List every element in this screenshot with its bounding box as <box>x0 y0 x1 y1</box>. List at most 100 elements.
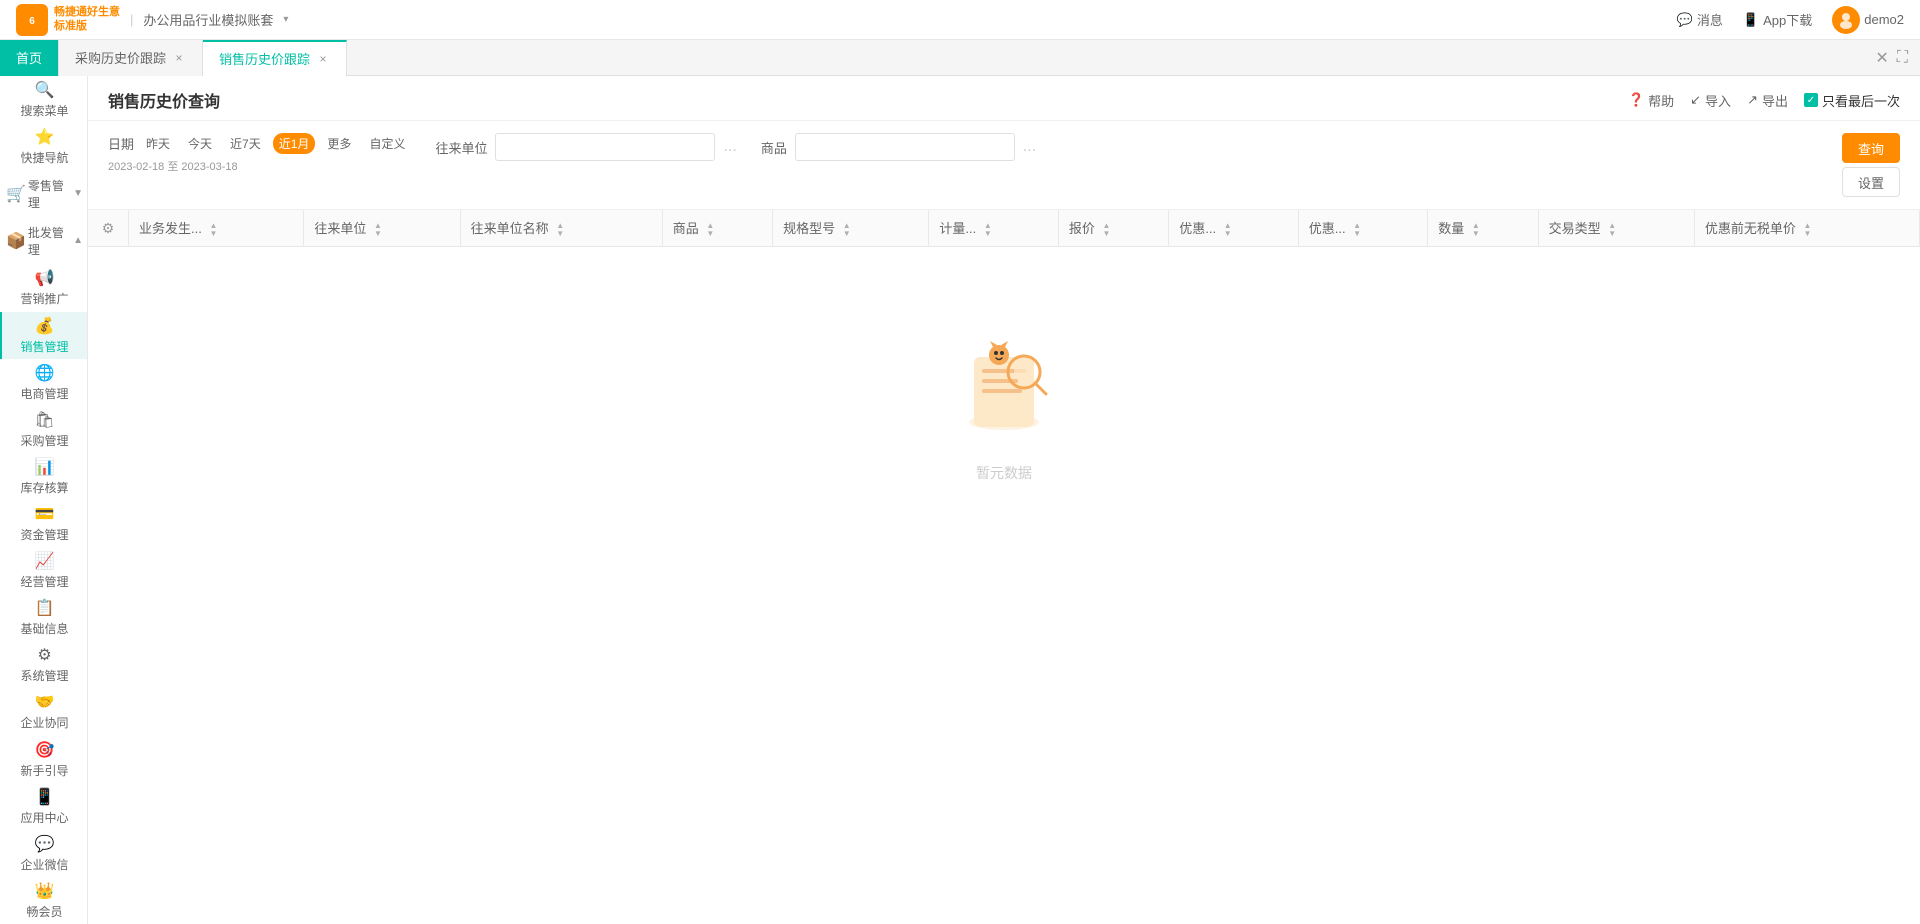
table-col-spec[interactable]: 规格型号 ▲▼ <box>773 210 929 247</box>
sidebar-item-sales-mgmt[interactable]: 💰 销售管理 <box>0 312 87 359</box>
import-icon: ↙ <box>1690 92 1701 108</box>
only-last-checkbox[interactable]: ✓ 只看最后一次 <box>1804 91 1900 110</box>
sort-unit-icon: ▲▼ <box>984 222 992 238</box>
table-header-row: ⚙ 业务发生... ▲▼ 往来单位 ▲▼ 往来单位名称 ▲▼ <box>88 210 1920 247</box>
sidebar-item-operations[interactable]: 📈 经营管理 <box>0 547 87 594</box>
sidebar-item-basic-info-label: 基础信息 <box>20 620 68 637</box>
table-col-quote-price[interactable]: 报价 ▲▼ <box>1058 210 1168 247</box>
message-button[interactable]: 💬 消息 <box>1677 10 1723 29</box>
sidebar-item-app-center[interactable]: 📱 应用中心 <box>0 783 87 830</box>
maximize-icon[interactable]: ⛶ <box>1897 49 1908 67</box>
help-button[interactable]: ❓ 帮助 <box>1628 91 1674 110</box>
table-col-unit[interactable]: 计量... ▲▼ <box>929 210 1058 247</box>
table-col-partner-name[interactable]: 往来单位名称 ▲▼ <box>460 210 662 247</box>
logo-area: 6 畅捷通好生意 标准版 <box>16 4 120 36</box>
product-dots: ... <box>1023 138 1036 156</box>
sidebar-item-newcomer-guide[interactable]: 🎯 新手引导 <box>0 736 87 783</box>
sort-partner-code-icon: ▲▼ <box>374 222 382 238</box>
sort-discount-amount-icon: ▲▼ <box>1353 222 1361 238</box>
sidebar-item-inventory[interactable]: 📊 库存核算 <box>0 453 87 500</box>
import-button[interactable]: ↙ 导入 <box>1690 91 1731 110</box>
sidebar-item-finance[interactable]: 💳 资金管理 <box>0 500 87 547</box>
sidebar-item-retail-mgmt-label: 零售管理 <box>28 177 71 211</box>
table-col-trade-type[interactable]: 交易类型 ▲▼ <box>1538 210 1694 247</box>
system-mgmt-icon: ⚙ <box>37 645 51 665</box>
table-col-settings[interactable]: ⚙ <box>88 210 129 247</box>
sidebar-item-enterprise-collab[interactable]: 🤝 企业协同 <box>0 688 87 735</box>
tab-home[interactable]: 首页 <box>0 40 59 76</box>
sidebar-item-system-mgmt[interactable]: ⚙ 系统管理 <box>0 641 87 688</box>
retail-mgmt-icon: 🛒 <box>6 184 26 204</box>
tab-bar-actions: ✕ ⛶ <box>1875 48 1920 68</box>
sidebar-item-purchase-mgmt[interactable]: 🛍 采购管理 <box>0 406 87 453</box>
user-menu[interactable]: demo2 <box>1832 6 1904 34</box>
app-center-icon: 📱 <box>35 787 55 807</box>
marketing-icon: 📢 <box>35 268 55 288</box>
purchase-mgmt-icon: 🛍 <box>34 410 54 430</box>
sidebar-item-basic-info[interactable]: 📋 基础信息 <box>0 594 87 641</box>
app-download-button[interactable]: 📱 App下载 <box>1743 10 1812 29</box>
sidebar-item-member-club[interactable]: 👑 畅会员 <box>0 877 87 924</box>
partner-label: 往来单位 <box>435 138 487 157</box>
date-tab-more[interactable]: 更多 <box>321 133 357 154</box>
filter-bar: 日期 昨天 今天 近7天 近1月 更多 自定义 2023-02-18 至 202… <box>88 121 1920 210</box>
date-tab-today[interactable]: 今天 <box>182 133 218 154</box>
product-input[interactable] <box>795 133 1015 161</box>
header-right: 💬 消息 📱 App下载 demo2 <box>1677 6 1904 34</box>
date-tab-7days[interactable]: 近7天 <box>224 133 267 154</box>
tab-sales-history[interactable]: 销售历史价跟踪 × <box>203 40 347 76</box>
enterprise-collab-icon: 🤝 <box>35 692 55 712</box>
table-col-business-date[interactable]: 业务发生... ▲▼ <box>129 210 304 247</box>
sidebar-item-retail-mgmt[interactable]: 🛒 零售管理 ▼ <box>0 170 87 217</box>
main-layout: 🔍 搜索菜单 ⭐ 快捷导航 🛒 零售管理 ▼ 📦 批发管理 ▲ 📢 营销推广 💰… <box>0 76 1920 924</box>
sidebar-item-finance-label: 资金管理 <box>20 526 68 543</box>
top-header: 6 畅捷通好生意 标准版 | 办公用品行业模拟账套 ▾ 💬 消息 📱 App下载 <box>0 0 1920 40</box>
sidebar-item-enterprise-wechat[interactable]: 💬 企业微信 <box>0 830 87 877</box>
sales-mgmt-icon: 💰 <box>35 316 55 336</box>
table-col-discount-amount[interactable]: 优惠... ▲▼ <box>1298 210 1427 247</box>
date-label: 日期 <box>108 134 134 153</box>
sidebar-item-search-menu[interactable]: 🔍 搜索菜单 <box>0 76 87 123</box>
export-button[interactable]: ↗ 导出 <box>1747 91 1788 110</box>
app-dropdown-icon[interactable]: ▾ <box>283 14 288 25</box>
date-filter: 日期 昨天 今天 近7天 近1月 更多 自定义 2023-02-18 至 202… <box>108 133 411 174</box>
sidebar-item-marketing-label: 营销推广 <box>20 290 68 307</box>
date-tab-custom[interactable]: 自定义 <box>363 133 411 154</box>
table-col-discount-rate[interactable]: 优惠... ▲▼ <box>1169 210 1298 247</box>
sort-quote-price-icon: ▲▼ <box>1102 222 1110 238</box>
retail-mgmt-expand-icon: ▼ <box>73 188 83 199</box>
sidebar-item-wholesale-mgmt-label: 批发管理 <box>28 224 71 258</box>
tab-sales-history-close[interactable]: × <box>316 52 330 66</box>
tab-purchase-history-close[interactable]: × <box>172 51 186 65</box>
ecommerce-mgmt-icon: 🌐 <box>35 363 55 383</box>
tab-purchase-history[interactable]: 采购历史价跟踪 × <box>59 40 203 76</box>
sidebar-item-enterprise-wechat-label: 企业微信 <box>20 856 68 873</box>
table-col-partner-code[interactable]: 往来单位 ▲▼ <box>304 210 460 247</box>
close-all-tabs-icon[interactable]: ✕ <box>1875 48 1888 68</box>
table-container: ⚙ 业务发生... ▲▼ 往来单位 ▲▼ 往来单位名称 ▲▼ <box>88 210 1920 924</box>
sidebar-item-ecommerce-mgmt[interactable]: 🌐 电商管理 <box>0 359 87 406</box>
sidebar-item-wholesale-mgmt[interactable]: 📦 批发管理 ▲ <box>0 217 87 264</box>
sort-business-date-icon: ▲▼ <box>209 222 217 238</box>
date-tab-1month[interactable]: 近1月 <box>273 133 316 154</box>
table-col-quantity[interactable]: 数量 ▲▼ <box>1428 210 1538 247</box>
export-icon: ↗ <box>1747 92 1758 108</box>
sidebar-item-marketing[interactable]: 📢 营销推广 <box>0 264 87 311</box>
date-tab-yesterday[interactable]: 昨天 <box>140 133 176 154</box>
product-label: 商品 <box>761 138 787 157</box>
help-icon: ❓ <box>1628 92 1644 108</box>
quick-nav-icon: ⭐ <box>35 127 55 147</box>
partner-filter: 往来单位 ... <box>435 133 736 161</box>
table-col-product[interactable]: 商品 ▲▼ <box>662 210 772 247</box>
wholesale-mgmt-icon: 📦 <box>6 231 26 251</box>
data-table: ⚙ 业务发生... ▲▼ 往来单位 ▲▼ 往来单位名称 ▲▼ <box>88 210 1920 247</box>
finance-icon: 💳 <box>35 504 55 524</box>
partner-input[interactable] <box>495 133 715 161</box>
sort-trade-type-icon: ▲▼ <box>1608 222 1616 238</box>
settings-button[interactable]: 设置 <box>1842 167 1900 197</box>
table-col-pretax-price[interactable]: 优惠前无税单价 ▲▼ <box>1694 210 1919 247</box>
enterprise-wechat-icon: 💬 <box>35 834 55 854</box>
table-settings-icon[interactable]: ⚙ <box>98 218 118 238</box>
query-button[interactable]: 查询 <box>1842 133 1900 163</box>
sidebar-item-quick-nav[interactable]: ⭐ 快捷导航 <box>0 123 87 170</box>
